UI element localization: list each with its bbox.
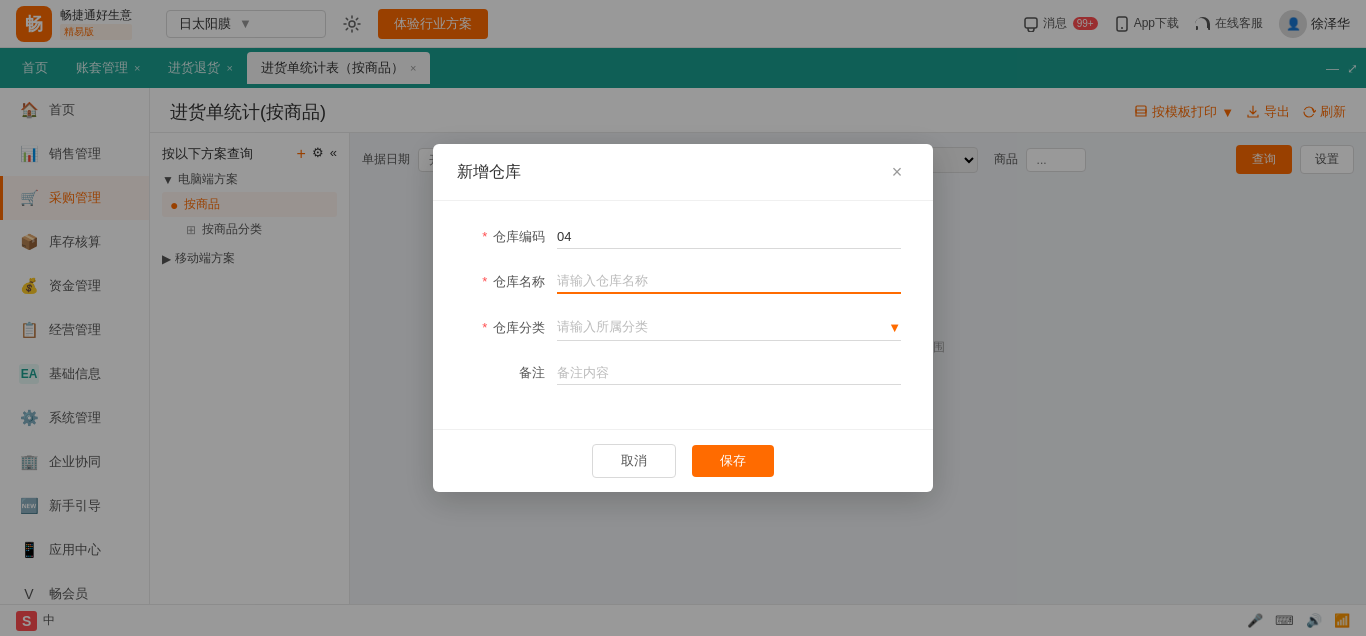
code-input[interactable]: [557, 225, 901, 249]
modal-close-button[interactable]: ×: [885, 160, 909, 184]
form-row-category: * 仓库分类 请输入所属分类 ▼: [465, 314, 901, 341]
cancel-button[interactable]: 取消: [592, 444, 676, 478]
name-label: * 仓库名称: [465, 273, 545, 291]
modal-title: 新增仓库: [457, 162, 521, 183]
remark-input[interactable]: [557, 361, 901, 385]
form-row-name: * 仓库名称: [465, 269, 901, 294]
new-warehouse-modal: 新增仓库 × * 仓库编码 * 仓库名称: [433, 144, 933, 492]
remark-label: 备注: [465, 364, 545, 382]
category-label: * 仓库分类: [465, 319, 545, 337]
save-button[interactable]: 保存: [692, 445, 774, 477]
name-input[interactable]: [557, 269, 901, 294]
code-label: * 仓库编码: [465, 228, 545, 246]
select-arrow-icon: ▼: [888, 320, 901, 335]
modal-header: 新增仓库 ×: [433, 144, 933, 201]
category-select[interactable]: 请输入所属分类 ▼: [557, 314, 901, 341]
modal-body: * 仓库编码 * 仓库名称 * 仓库分类 请输入: [433, 201, 933, 429]
form-row-code: * 仓库编码: [465, 225, 901, 249]
modal-overlay: 新增仓库 × * 仓库编码 * 仓库名称: [0, 0, 1366, 636]
form-row-remark: 备注: [465, 361, 901, 385]
modal-footer: 取消 保存: [433, 429, 933, 492]
